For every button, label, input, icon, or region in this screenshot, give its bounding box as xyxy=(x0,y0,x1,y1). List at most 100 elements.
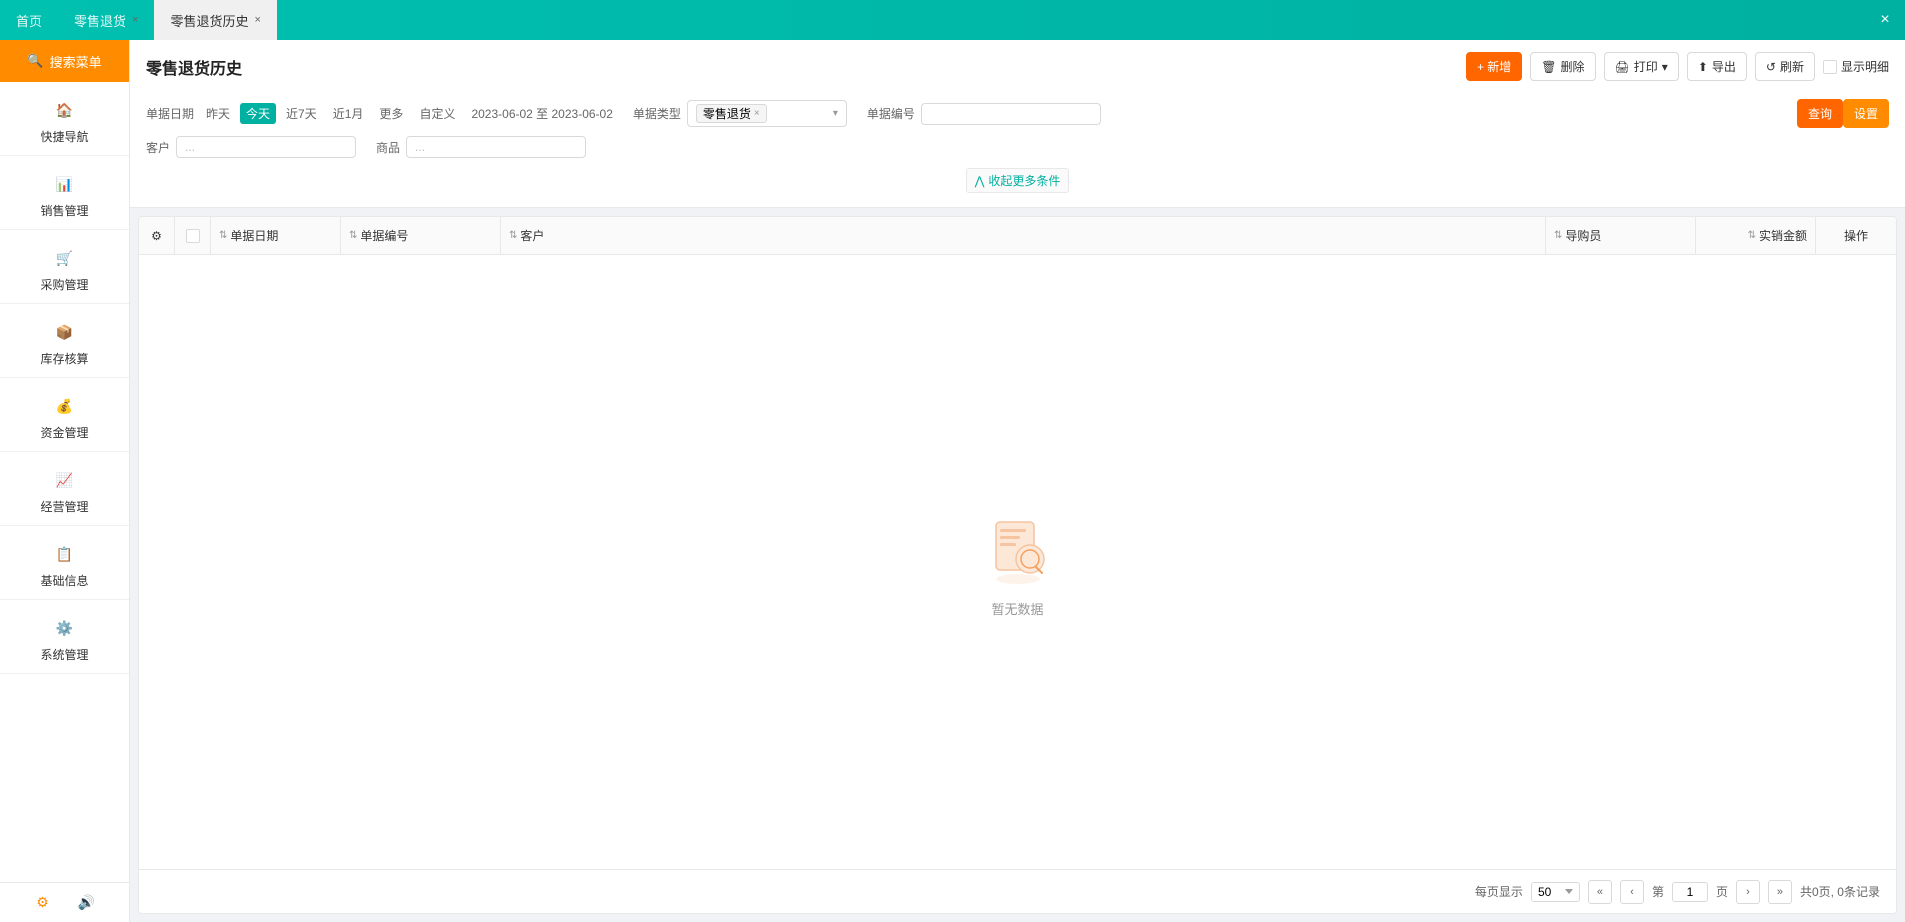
page-title-bar: 零售退货历史 + 新增 🗑 删除 🖨 打印 ▾ ⬆ xyxy=(146,52,1889,81)
date-btn-today[interactable]: 今天 xyxy=(240,103,276,124)
customer-input[interactable]: ... xyxy=(176,136,356,158)
page-no-suffix: 页 xyxy=(1716,883,1728,900)
last-page-button[interactable]: » xyxy=(1768,880,1792,904)
empty-state: 暂无数据 xyxy=(139,255,1896,869)
sort-docno-icon: ⇅ xyxy=(349,230,357,241)
query-button[interactable]: 查询 xyxy=(1797,99,1843,128)
sidebar-item-purchase-mgmt[interactable]: 🛒 采购管理 xyxy=(0,230,129,304)
delete-button[interactable]: 🗑 删除 xyxy=(1530,52,1595,81)
doc-no-input[interactable] xyxy=(921,103,1101,125)
first-page-button[interactable]: « xyxy=(1588,880,1612,904)
tab-return-history[interactable]: 零售退货历史 × xyxy=(154,0,276,40)
tab-return-history-close[interactable]: × xyxy=(254,14,260,26)
speaker-icon[interactable]: 🔊 xyxy=(75,891,99,915)
page-header: 零售退货历史 + 新增 🗑 删除 🖨 打印 ▾ ⬆ xyxy=(130,40,1905,208)
sidebar-item-basic-info[interactable]: 📋 基础信息 xyxy=(0,526,129,600)
window-close-button[interactable]: × xyxy=(1865,0,1905,40)
customer-label: 客户 xyxy=(146,139,170,156)
page-number-input[interactable] xyxy=(1672,882,1708,902)
doc-type-select[interactable]: 零售退货 × ▾ xyxy=(687,100,847,127)
date-btn-more[interactable]: 更多 xyxy=(373,103,409,124)
sidebar-search[interactable]: 🔍 搜索菜单 xyxy=(0,40,129,82)
date-btn-yesterday[interactable]: 昨天 xyxy=(200,103,236,124)
customer-filter-item: 客户 ... xyxy=(146,136,356,158)
display-toggle[interactable]: 显示明细 xyxy=(1823,58,1889,75)
date-btn-7days[interactable]: 近7天 xyxy=(280,103,323,124)
column-settings-icon: ⚙ xyxy=(151,229,162,243)
th-customer[interactable]: ⇅ 客户 xyxy=(501,217,1546,254)
new-button[interactable]: + 新增 xyxy=(1466,52,1522,81)
doc-type-filter-item: 单据类型 零售退货 × ▾ xyxy=(633,100,847,127)
query-button-label: 查询 xyxy=(1808,105,1832,122)
th-docno[interactable]: ⇅ 单据编号 xyxy=(341,217,501,254)
tab-return[interactable]: 零售退货 × xyxy=(58,0,154,40)
page-size-select[interactable]: 50 100 200 xyxy=(1531,882,1580,902)
date-filter-item: 单据日期 昨天 今天 近7天 近1月 更多 自定义 2023-06-02 至 2… xyxy=(146,103,613,124)
date-filter-label: 单据日期 xyxy=(146,105,194,122)
doc-type-tag-close[interactable]: × xyxy=(754,108,760,119)
tab-home[interactable]: 首页 xyxy=(0,0,58,40)
collapse-button[interactable]: ⋀ 收起更多条件 xyxy=(966,168,1070,193)
sidebar-item-quick-nav[interactable]: 🏠 快捷导航 xyxy=(0,82,129,156)
export-button-label: 导出 xyxy=(1712,58,1736,75)
toolbar: + 新增 🗑 删除 🖨 打印 ▾ ⬆ 导出 xyxy=(1466,52,1889,81)
total-records: 共0页, 0条记录 xyxy=(1800,883,1880,900)
operations-icon: 📈 xyxy=(51,466,79,494)
sidebar-item-finance[interactable]: 💰 资金管理 xyxy=(0,378,129,452)
empty-text: 暂无数据 xyxy=(991,599,1043,618)
sort-date-icon: ⇅ xyxy=(219,230,227,241)
doc-type-label: 单据类型 xyxy=(633,105,681,122)
inventory-icon: 📦 xyxy=(51,318,79,346)
quick-nav-icon: 🏠 xyxy=(51,96,79,124)
delete-icon: 🗑 xyxy=(1541,60,1556,74)
sidebar-item-operations[interactable]: 📈 经营管理 xyxy=(0,452,129,526)
sidebar-menu: 🏠 快捷导航 📊 销售管理 🛒 采购管理 📦 库存核算 💰 资金管理 📈 xyxy=(0,82,129,882)
customer-placeholder: ... xyxy=(185,140,195,154)
date-btn-1month[interactable]: 近1月 xyxy=(327,103,370,124)
refresh-button[interactable]: ↺ 刷新 xyxy=(1755,52,1815,81)
sales-mgmt-icon: 📊 xyxy=(51,170,79,198)
new-button-label: + 新增 xyxy=(1477,58,1511,75)
prev-page-button[interactable]: ‹ xyxy=(1620,880,1644,904)
sidebar-item-system[interactable]: ⚙️ 系统管理 xyxy=(0,600,129,674)
sidebar-item-quick-nav-label: 快捷导航 xyxy=(40,128,88,145)
print-button[interactable]: 🖨 打印 ▾ xyxy=(1604,52,1679,81)
pagination-bar: 每页显示 50 100 200 « ‹ 第 页 › » 共0页, 0条记录 xyxy=(139,869,1896,913)
sort-amount-icon: ⇅ xyxy=(1748,230,1756,241)
goods-input[interactable]: ... xyxy=(406,136,586,158)
display-checkbox[interactable] xyxy=(1823,60,1837,74)
th-settings[interactable]: ⚙ xyxy=(139,217,175,254)
next-page-button[interactable]: › xyxy=(1736,880,1760,904)
settings-gear-icon[interactable]: ⚙ xyxy=(31,891,55,915)
settings-button-label: 设置 xyxy=(1854,105,1878,122)
doc-type-tag-value: 零售退货 xyxy=(703,105,751,122)
sidebar-item-operations-label: 经营管理 xyxy=(40,498,88,515)
sidebar-item-sales-mgmt[interactable]: 📊 销售管理 xyxy=(0,156,129,230)
search-icon: 🔍 xyxy=(27,53,43,69)
tab-return-close[interactable]: × xyxy=(132,14,138,26)
th-guide[interactable]: ⇅ 导购员 xyxy=(1546,217,1696,254)
th-checkbox[interactable] xyxy=(175,217,211,254)
tab-return-label: 零售退货 xyxy=(74,11,126,30)
filter-row-2: 客户 ... 商品 ... xyxy=(146,136,1889,158)
date-btn-custom[interactable]: 自定义 xyxy=(413,103,461,124)
sidebar-item-inventory[interactable]: 📦 库存核算 xyxy=(0,304,129,378)
empty-state-icon xyxy=(978,507,1058,587)
doc-type-dropdown-icon: ▾ xyxy=(833,108,838,119)
print-button-label: 打印 xyxy=(1634,58,1658,75)
th-date[interactable]: ⇅ 单据日期 xyxy=(211,217,341,254)
page-title: 零售退货历史 xyxy=(146,55,242,79)
goods-label: 商品 xyxy=(376,139,400,156)
content-area: 零售退货历史 + 新增 🗑 删除 🖨 打印 ▾ ⬆ xyxy=(130,40,1905,922)
th-amount[interactable]: ⇅ 实销金额 xyxy=(1696,217,1816,254)
date-options-group: 昨天 今天 近7天 近1月 更多 自定义 xyxy=(200,103,461,124)
sidebar-item-sales-mgmt-label: 销售管理 xyxy=(40,202,88,219)
export-button[interactable]: ⬆ 导出 xyxy=(1687,52,1747,81)
collapse-up-icon: ⋀ xyxy=(975,174,985,188)
doc-no-label: 单据编号 xyxy=(867,105,915,122)
refresh-icon: ↺ xyxy=(1766,60,1776,74)
table-container: ⚙ ⇅ 单据日期 ⇅ 单据编号 ⇅ 客户 ⇅ xyxy=(138,216,1897,914)
settings-button[interactable]: 设置 xyxy=(1843,99,1889,128)
select-all-checkbox[interactable] xyxy=(186,229,200,243)
sidebar-search-label: 搜索菜单 xyxy=(50,52,102,71)
